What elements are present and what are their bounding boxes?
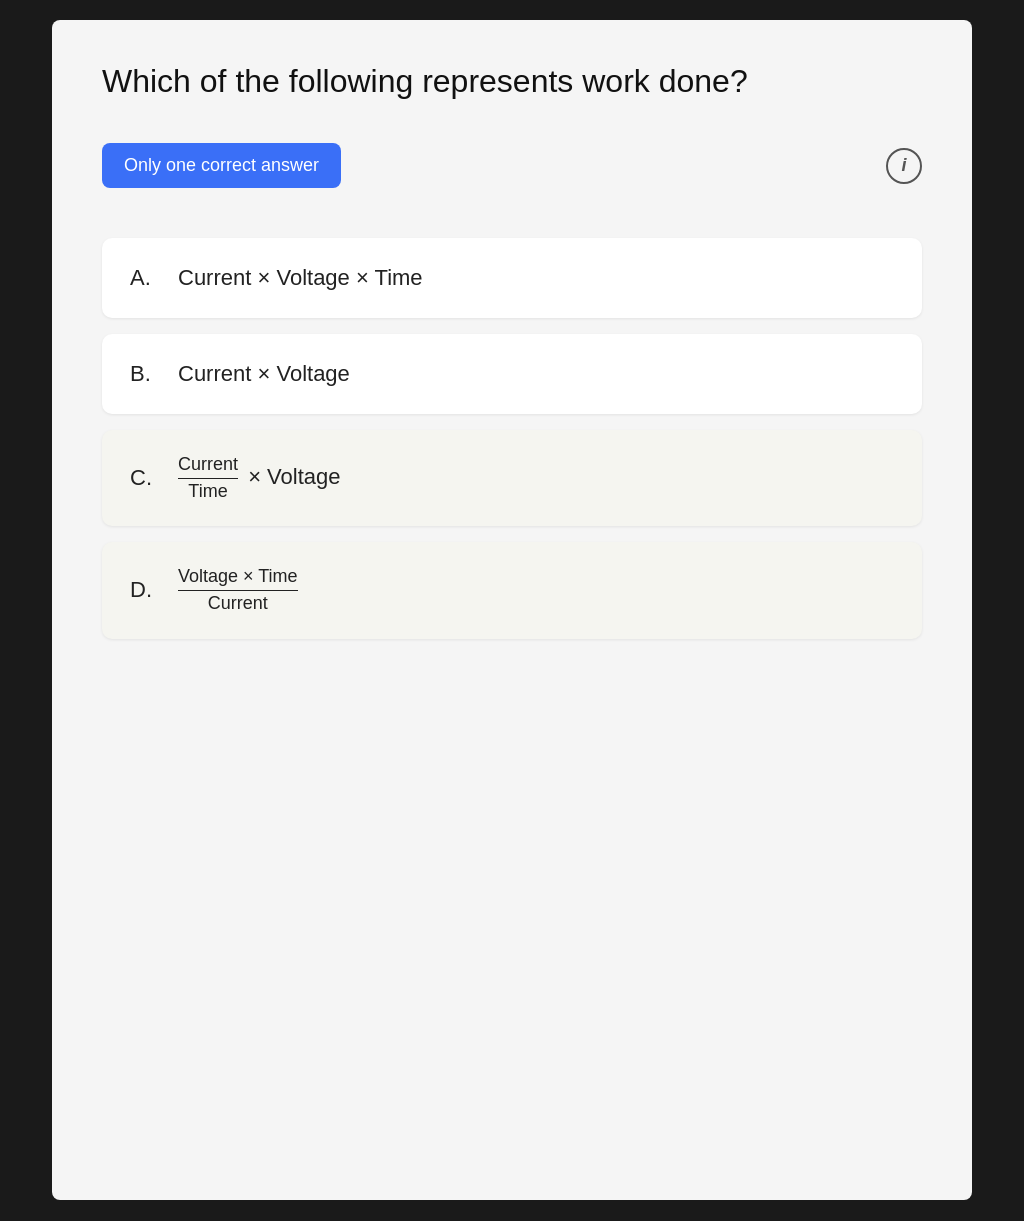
- option-a-text: Current × Voltage × Time: [178, 263, 423, 294]
- option-d-text: Voltage × Time Current: [178, 566, 302, 614]
- option-c-denominator: Time: [188, 479, 227, 503]
- option-c[interactable]: C. Current Time × Voltage: [102, 430, 922, 526]
- question-text: Which of the following represents work d…: [102, 60, 922, 103]
- option-d-numerator: Voltage × Time: [178, 566, 298, 591]
- option-b-letter: B.: [130, 361, 158, 387]
- option-d-letter: D.: [130, 577, 158, 603]
- options-list: A. Current × Voltage × Time B. Current ×…: [102, 238, 922, 638]
- option-d[interactable]: D. Voltage × Time Current: [102, 542, 922, 638]
- option-a[interactable]: A. Current × Voltage × Time: [102, 238, 922, 318]
- option-c-text: Current Time × Voltage: [178, 454, 341, 502]
- content-area: Which of the following represents work d…: [52, 20, 972, 1200]
- info-icon[interactable]: i: [886, 148, 922, 184]
- answer-type-row: Only one correct answer i: [102, 143, 922, 188]
- option-a-letter: A.: [130, 265, 158, 291]
- answer-type-badge: Only one correct answer: [102, 143, 341, 188]
- phone-frame: Which of the following represents work d…: [52, 20, 972, 1200]
- option-d-denominator: Current: [208, 591, 268, 615]
- option-c-fraction: Current Time: [178, 454, 238, 502]
- option-c-letter: C.: [130, 465, 158, 491]
- option-b[interactable]: B. Current × Voltage: [102, 334, 922, 414]
- option-d-fraction: Voltage × Time Current: [178, 566, 298, 614]
- option-b-text: Current × Voltage: [178, 359, 350, 390]
- option-c-numerator: Current: [178, 454, 238, 479]
